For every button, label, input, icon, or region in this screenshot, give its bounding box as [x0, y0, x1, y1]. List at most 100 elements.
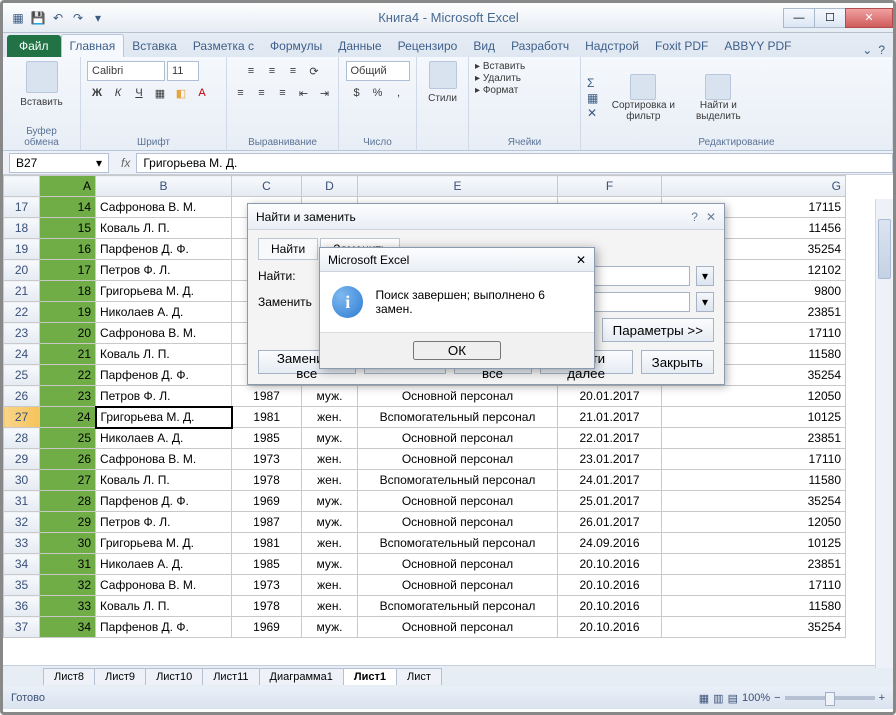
cell[interactable]: Основной персонал — [358, 575, 558, 596]
row-header[interactable]: 30 — [4, 470, 40, 491]
fill-color-button[interactable]: ◧ — [171, 83, 191, 103]
percent-icon[interactable]: % — [368, 83, 388, 103]
row-header[interactable]: 32 — [4, 512, 40, 533]
zoom-in-button[interactable]: + — [879, 692, 885, 704]
cell[interactable]: Основной персонал — [358, 386, 558, 407]
row-header[interactable]: 22 — [4, 302, 40, 323]
replace-dropdown-icon[interactable]: ▾ — [696, 292, 714, 312]
column-header[interactable]: E — [358, 176, 558, 197]
column-header[interactable]: C — [232, 176, 302, 197]
cell[interactable]: жен. — [302, 596, 358, 617]
tab-find[interactable]: Найти — [258, 238, 318, 260]
cell[interactable]: 33 — [40, 596, 96, 617]
cell[interactable]: Петров Ф. Л. — [96, 386, 232, 407]
cell[interactable]: 1969 — [232, 617, 302, 638]
cell[interactable]: муж. — [302, 617, 358, 638]
row-header[interactable]: 35 — [4, 575, 40, 596]
cell[interactable]: Петров Ф. Л. — [96, 260, 232, 281]
cell[interactable]: Основной персонал — [358, 617, 558, 638]
row-header[interactable]: 17 — [4, 197, 40, 218]
styles-icon[interactable] — [429, 61, 457, 89]
cell[interactable]: Коваль Л. П. — [96, 596, 232, 617]
cell[interactable]: 18 — [40, 281, 96, 302]
cell[interactable]: 1981 — [232, 407, 302, 428]
clear-icon[interactable]: ✕ — [587, 106, 598, 120]
cell[interactable]: 1969 — [232, 491, 302, 512]
row-header[interactable]: 37 — [4, 617, 40, 638]
ribbon-tab[interactable]: Данные — [330, 35, 389, 57]
cell[interactable]: Коваль Л. П. — [96, 470, 232, 491]
delete-cells-button[interactable]: ▸ Удалить — [475, 73, 521, 84]
number-format-combo[interactable]: Общий — [346, 61, 410, 81]
view-layout-icon[interactable]: ▥ — [713, 692, 723, 705]
row-header[interactable]: 23 — [4, 323, 40, 344]
cell[interactable]: Петров Ф. Л. — [96, 512, 232, 533]
select-all-cell[interactable] — [4, 176, 40, 197]
cell[interactable]: 34 — [40, 617, 96, 638]
sheet-tab[interactable]: Лист11 — [202, 668, 259, 685]
parameters-button[interactable]: Параметры >> — [602, 318, 714, 342]
cell[interactable]: 1985 — [232, 428, 302, 449]
cell[interactable]: Сафронова В. М. — [96, 449, 232, 470]
ribbon-tab[interactable]: Рецензиро — [390, 35, 466, 57]
cell[interactable]: 12050 — [662, 512, 846, 533]
cell[interactable]: 20.10.2016 — [558, 554, 662, 575]
cell[interactable]: Основной персонал — [358, 491, 558, 512]
ribbon-tab[interactable]: ABBYY PDF — [716, 35, 799, 57]
cell[interactable]: жен. — [302, 533, 358, 554]
cell[interactable]: 31 — [40, 554, 96, 575]
cell[interactable]: Сафронова В. М. — [96, 575, 232, 596]
cell[interactable]: 1973 — [232, 575, 302, 596]
sheet-tab[interactable]: Лист9 — [94, 668, 146, 685]
cell[interactable]: 32 — [40, 575, 96, 596]
cell[interactable]: 11580 — [662, 596, 846, 617]
autosum-icon[interactable]: Σ — [587, 76, 598, 90]
cell[interactable]: 21.01.2017 — [558, 407, 662, 428]
cell[interactable]: 16 — [40, 239, 96, 260]
dialog-titlebar[interactable]: Найти и заменить ? ✕ — [248, 204, 724, 230]
zoom-slider[interactable] — [785, 696, 875, 700]
cell[interactable]: 23 — [40, 386, 96, 407]
ribbon-tab[interactable]: Разработч — [503, 35, 577, 57]
cell[interactable]: 19 — [40, 302, 96, 323]
insert-cells-button[interactable]: ▸ Вставить — [475, 61, 525, 72]
cell[interactable]: Парфенов Д. Ф. — [96, 617, 232, 638]
file-tab[interactable]: Файл — [7, 35, 61, 57]
cell[interactable]: 23851 — [662, 428, 846, 449]
find-select-icon[interactable] — [705, 74, 731, 100]
row-header[interactable]: 26 — [4, 386, 40, 407]
cell[interactable]: 24 — [40, 407, 96, 428]
cell[interactable]: 23851 — [662, 554, 846, 575]
column-header[interactable]: D — [302, 176, 358, 197]
cell[interactable]: 25 — [40, 428, 96, 449]
row-header[interactable]: 33 — [4, 533, 40, 554]
cell[interactable]: 30 — [40, 533, 96, 554]
column-header[interactable]: A — [40, 176, 96, 197]
currency-icon[interactable]: $ — [347, 83, 367, 103]
cell[interactable]: 20.10.2016 — [558, 617, 662, 638]
row-header[interactable]: 31 — [4, 491, 40, 512]
cell[interactable]: 1978 — [232, 596, 302, 617]
row-header[interactable]: 28 — [4, 428, 40, 449]
font-name-combo[interactable]: Calibri — [87, 61, 165, 81]
cell[interactable]: Основной персонал — [358, 512, 558, 533]
cell[interactable]: Парфенов Д. Ф. — [96, 365, 232, 386]
dialog-close-icon[interactable]: ✕ — [706, 210, 716, 224]
ribbon-tab[interactable]: Формулы — [262, 35, 330, 57]
cell[interactable]: 1985 — [232, 554, 302, 575]
cell[interactable]: Сафронова В. М. — [96, 323, 232, 344]
bold-button[interactable]: Ж — [87, 83, 107, 103]
cell[interactable]: 1978 — [232, 470, 302, 491]
cell[interactable]: Григорьева М. Д. — [96, 281, 232, 302]
indent-dec-icon[interactable]: ⇤ — [294, 83, 314, 103]
namebox-dropdown-icon[interactable]: ▾ — [96, 156, 102, 170]
orientation-icon[interactable]: ⟳ — [304, 61, 324, 81]
cell[interactable]: 1973 — [232, 449, 302, 470]
column-header[interactable]: G — [662, 176, 846, 197]
cell[interactable]: 29 — [40, 512, 96, 533]
view-normal-icon[interactable]: ▦ — [699, 692, 709, 705]
format-cells-button[interactable]: ▸ Формат — [475, 85, 518, 96]
cell[interactable]: жен. — [302, 449, 358, 470]
cell[interactable]: Парфенов Д. Ф. — [96, 239, 232, 260]
cell[interactable]: 35254 — [662, 491, 846, 512]
